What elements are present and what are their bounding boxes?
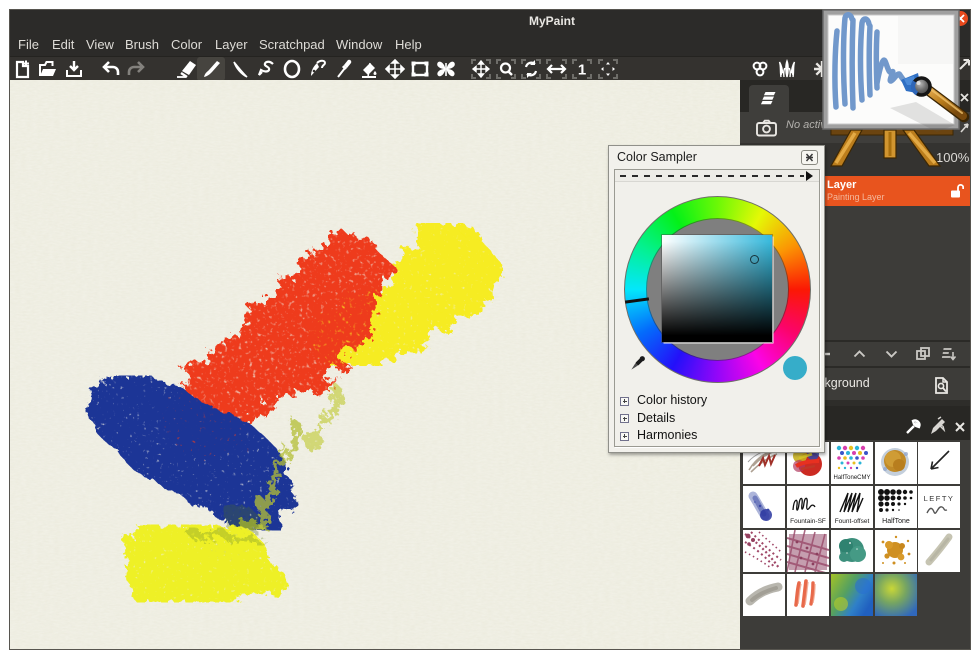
svg-text:Fountain-SF: Fountain-SF (790, 518, 826, 525)
svg-text:HalfToneCMY: HalfToneCMY (833, 475, 870, 481)
svg-text:LEFTY: LEFTY (924, 494, 955, 503)
svg-text:HalfTone: HalfTone (882, 518, 910, 525)
svg-text:Fount-offset: Fount-offset (835, 518, 870, 525)
svg-text:1: 1 (578, 62, 586, 79)
